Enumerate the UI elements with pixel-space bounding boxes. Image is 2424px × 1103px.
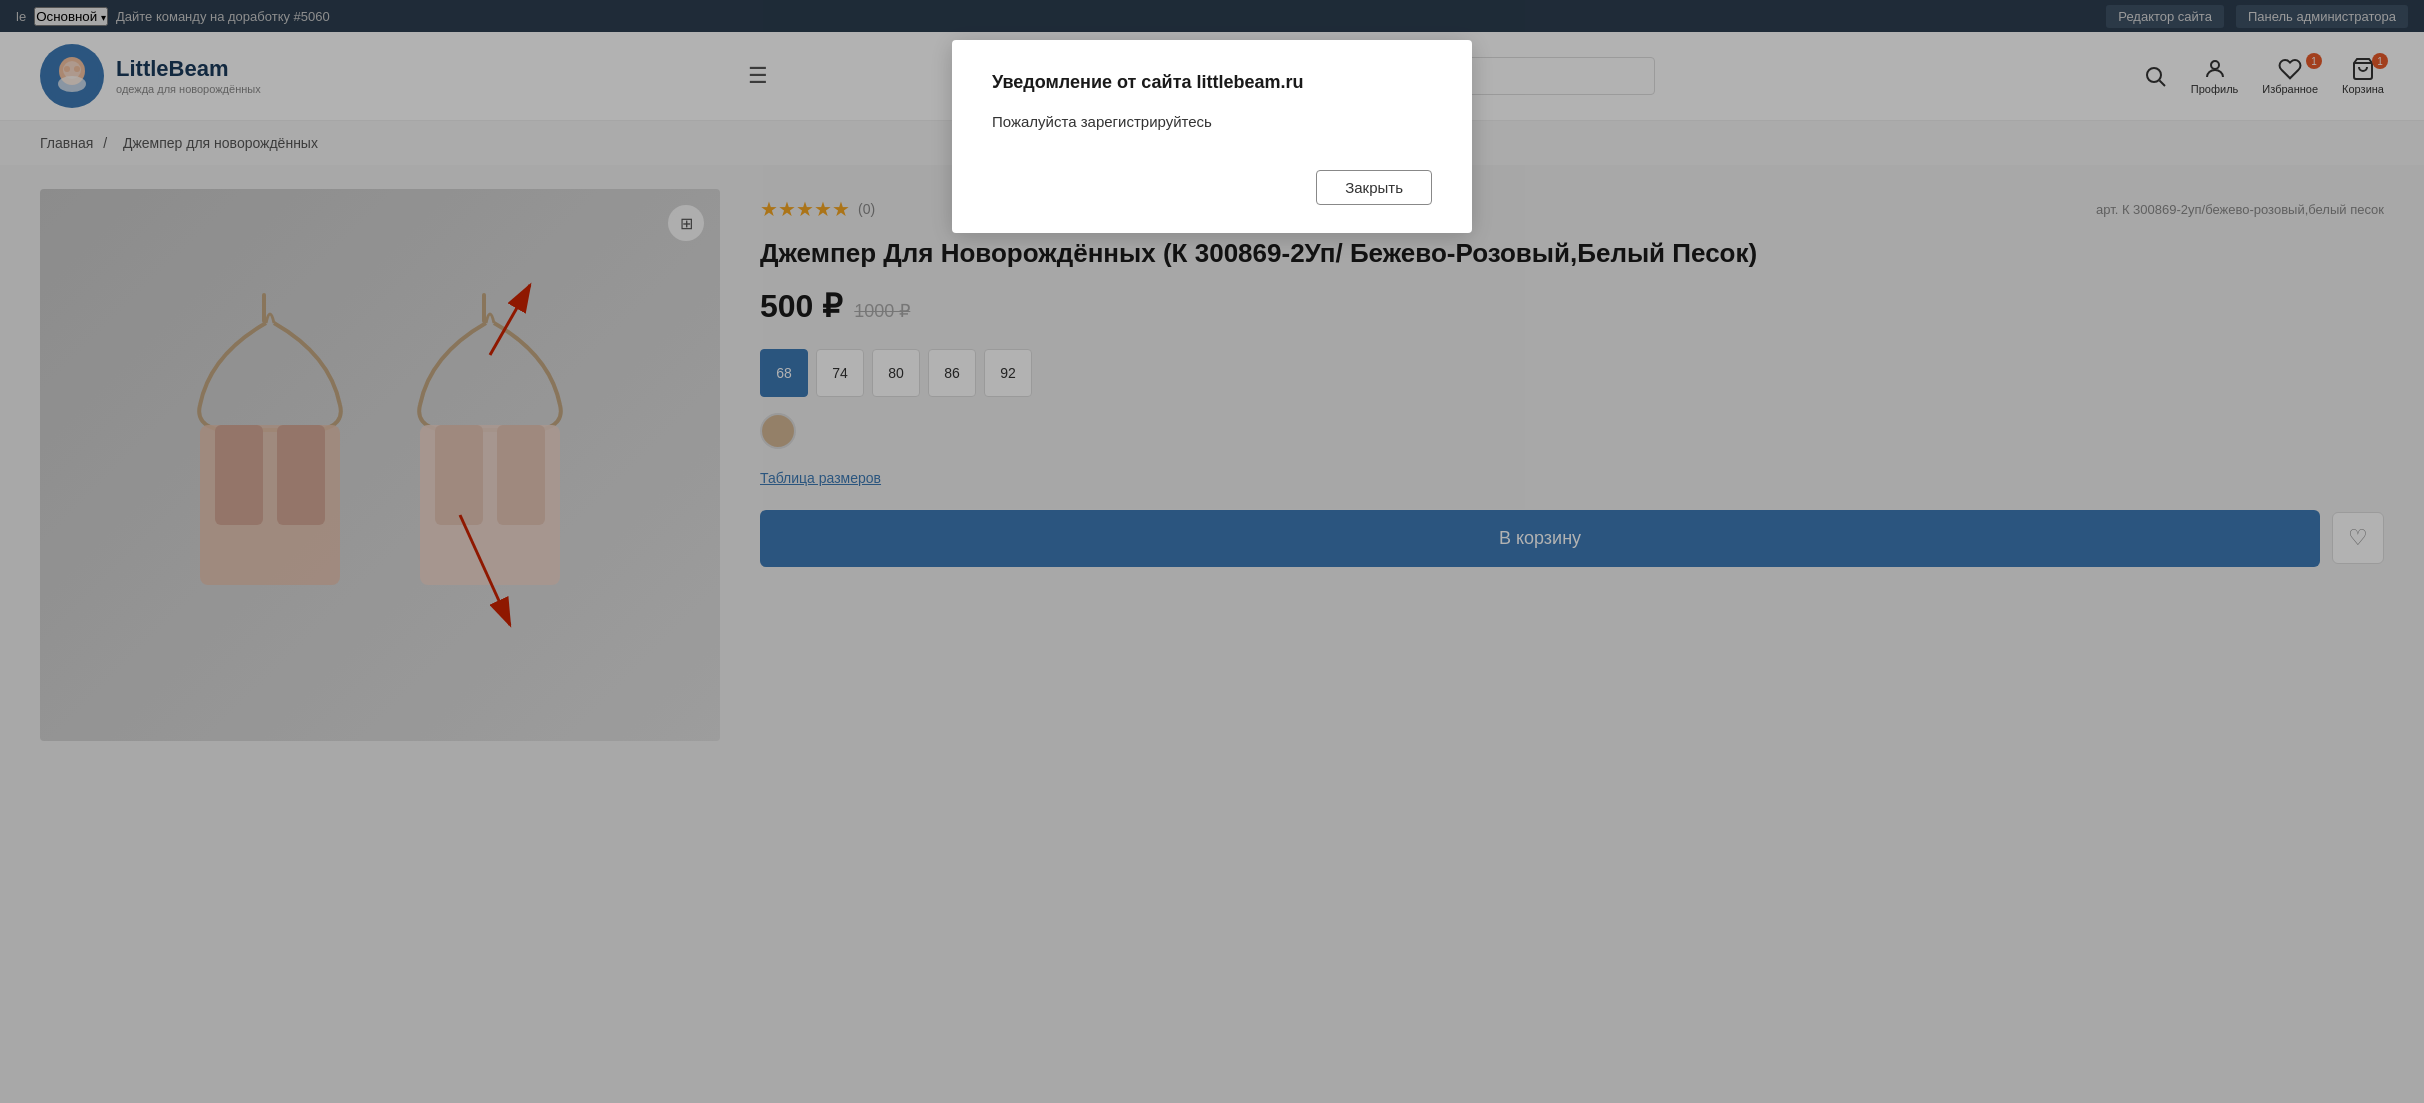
- dialog-overlay: Уведомление от сайта littlebeam.ru Пожал…: [0, 0, 2424, 765]
- dialog-message: Пожалуйста зарегистрируйтесь: [992, 113, 1432, 130]
- dialog-title: Уведомление от сайта littlebeam.ru: [992, 72, 1432, 93]
- dialog-box: Уведомление от сайта littlebeam.ru Пожал…: [952, 40, 1472, 233]
- dialog-close-button[interactable]: Закрыть: [1316, 170, 1432, 205]
